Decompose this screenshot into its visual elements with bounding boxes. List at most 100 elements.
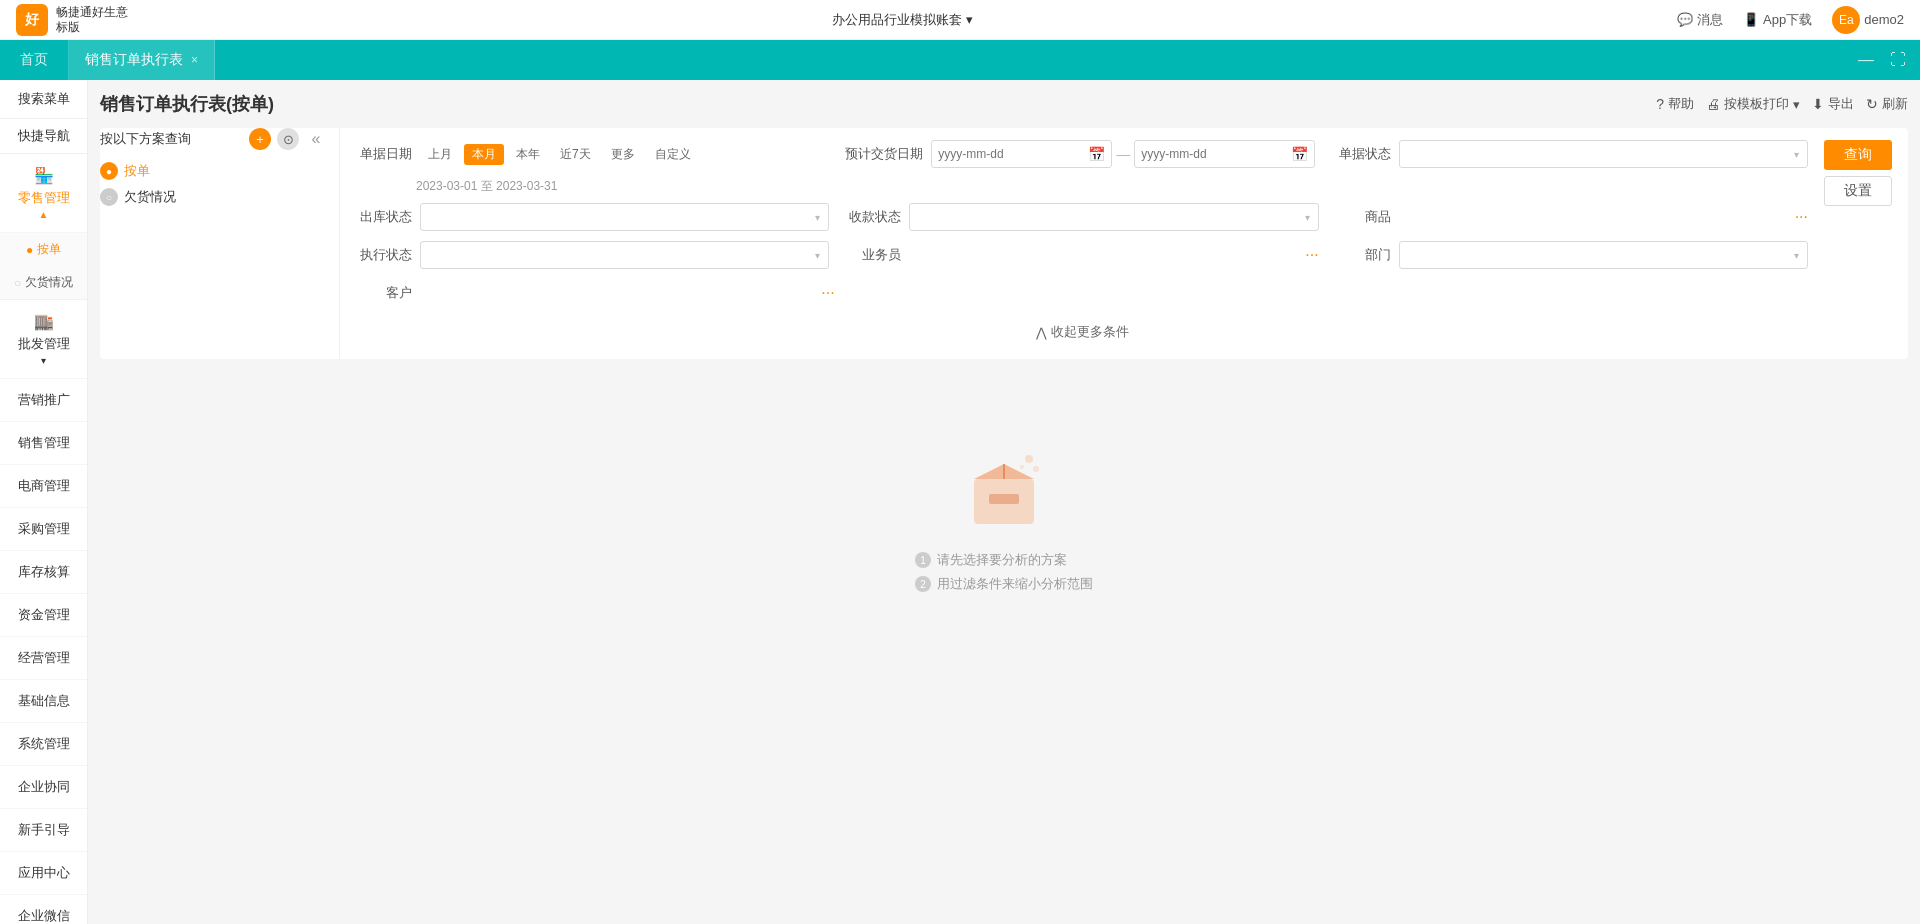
sidebar-sub-item-stock[interactable]: ○ 欠货情况 <box>0 266 87 299</box>
retail-icon: 🏪 <box>34 166 54 185</box>
chevron-down-icon: ▾ <box>966 12 973 27</box>
exec-status-label: 执行状态 <box>356 246 412 264</box>
sidebar-item-wechat[interactable]: 企业微信 <box>0 895 87 924</box>
date-range-display: 2023-03-01 至 2023-03-31 <box>356 178 1808 203</box>
filter-exec-status-field: 执行状态 ▾ <box>356 241 829 269</box>
chevron-icon: ▲ <box>39 209 49 220</box>
header-right: 💬 消息 📱 App下载 Ea demo2 <box>1677 6 1904 34</box>
date-7days-btn[interactable]: 近7天 <box>552 144 599 165</box>
predict-date-from[interactable]: 📅 <box>931 140 1112 168</box>
company-selector[interactable]: 办公用品行业模拟账套 ▾ <box>832 11 973 29</box>
tab-close-icon[interactable]: × <box>191 53 198 67</box>
sidebar-sub-item-order[interactable]: ● 按单 <box>0 233 87 266</box>
filter-goods-field: 商品 ··· <box>1335 203 1808 231</box>
dept-select[interactable]: ▾ <box>1399 241 1808 269</box>
logo-icon: 好 <box>16 4 48 36</box>
date-this-month-btn[interactable]: 本月 <box>464 144 504 165</box>
sidebar-item-system[interactable]: 系统管理 <box>0 723 87 766</box>
payment-status-select[interactable]: ▾ <box>909 203 1318 231</box>
tab-maximize-button[interactable]: ⛶ <box>1884 46 1912 74</box>
predict-date-label: 预计交货日期 <box>845 145 923 163</box>
export-button[interactable]: ⬇ 导出 <box>1812 95 1854 113</box>
predict-date-to-input[interactable] <box>1141 147 1291 161</box>
predict-date-to[interactable]: 📅 <box>1134 140 1315 168</box>
sidebar-item-inventory[interactable]: 库存核算 <box>0 551 87 594</box>
page-title: 销售订单执行表(按单) <box>100 92 274 116</box>
date-more-btn[interactable]: 更多 <box>603 144 643 165</box>
date-custom-btn[interactable]: 自定义 <box>647 144 699 165</box>
export-icon: ⬇ <box>1812 96 1824 112</box>
empty-state: 1 请先选择要分析的方案 2 用过滤条件来缩小分析范围 <box>100 359 1908 673</box>
collapse-more-btn[interactable]: ⋀ 收起更多条件 <box>356 317 1808 347</box>
sidebar-item-retail[interactable]: 🏪 零售管理 ▲ <box>0 154 87 233</box>
sidebar-search[interactable]: 搜索菜单 <box>0 80 87 119</box>
stock-status-select[interactable]: ▾ <box>420 203 829 231</box>
user-menu[interactable]: Ea demo2 <box>1832 6 1904 34</box>
sidebar-item-basic[interactable]: 基础信息 <box>0 680 87 723</box>
logo-text: 畅捷通好生意 标版 <box>56 5 128 34</box>
help-button[interactable]: ? 帮助 <box>1656 95 1694 113</box>
filter-stock-status-field: 出库状态 ▾ <box>356 203 829 231</box>
customer-dots-btn[interactable]: ··· <box>420 279 835 307</box>
date-separator: — <box>1116 146 1130 162</box>
tab-minimize-button[interactable]: — <box>1852 46 1880 74</box>
page-content: 销售订单执行表(按单) ? 帮助 🖨 按模板打印 ▾ ⬇ 导出 <box>88 80 1920 924</box>
sidebar-item-ecommerce[interactable]: 电商管理 <box>0 465 87 508</box>
filter-customer-field: 客户 ··· <box>356 279 835 307</box>
calendar-to-icon: 📅 <box>1291 146 1308 162</box>
sidebar-item-purchase[interactable]: 采购管理 <box>0 508 87 551</box>
scheme-item-order[interactable]: ● 按单 <box>100 158 327 184</box>
goods-dots-btn[interactable]: ··· <box>1399 203 1808 231</box>
sidebar-item-enterprise[interactable]: 企业协同 <box>0 766 87 809</box>
svg-rect-3 <box>989 494 1019 504</box>
print-icon: 🖨 <box>1706 96 1720 112</box>
filter-date-field: 单据日期 上月 本月 本年 近7天 更多 自定义 <box>356 144 829 165</box>
scheme-dot-filled: ● <box>100 162 118 180</box>
exec-status-select[interactable]: ▾ <box>420 241 829 269</box>
message-button[interactable]: 💬 消息 <box>1677 11 1723 29</box>
filter-dept-field: 部门 ▾ <box>1335 241 1808 269</box>
date-last-month-btn[interactable]: 上月 <box>420 144 460 165</box>
sidebar-item-operation[interactable]: 经营管理 <box>0 637 87 680</box>
svg-point-5 <box>1033 466 1039 472</box>
filter-inner: 按以下方案查询 + ⊙ « ● 按单 ○ <box>100 128 1908 359</box>
scheme-item-stock-shortage[interactable]: ○ 欠货情况 <box>100 184 327 210</box>
scheme-panel: 按以下方案查询 + ⊙ « ● 按单 ○ <box>100 128 340 359</box>
scheme-add-button[interactable]: + <box>249 128 271 150</box>
top-header: 好 畅捷通好生意 标版 办公用品行业模拟账套 ▾ 💬 消息 📱 App下载 Ea… <box>0 0 1920 40</box>
tab-sales-order[interactable]: 销售订单执行表 × <box>69 40 215 80</box>
svg-point-6 <box>1020 465 1024 469</box>
chevron-icon: ▾ <box>41 355 46 366</box>
print-button[interactable]: 🖨 按模板打印 ▾ <box>1706 95 1800 113</box>
salesman-label: 业务员 <box>845 246 901 264</box>
salesman-dots-btn[interactable]: ··· <box>909 241 1318 269</box>
filter-salesman-field: 业务员 ··· <box>845 241 1318 269</box>
date-this-year-btn[interactable]: 本年 <box>508 144 548 165</box>
stock-dot-icon: ○ <box>14 276 21 290</box>
sidebar-item-marketing[interactable]: 营销推广 <box>0 379 87 422</box>
tab-home[interactable]: 首页 <box>0 40 69 80</box>
app-download-button[interactable]: 📱 App下载 <box>1743 11 1812 29</box>
search-button[interactable]: 查询 <box>1824 140 1892 170</box>
scheme-copy-button[interactable]: ⊙ <box>277 128 299 150</box>
print-dropdown-icon: ▾ <box>1793 97 1800 112</box>
tip-num-1: 1 <box>915 552 931 568</box>
sidebar-item-finance[interactable]: 资金管理 <box>0 594 87 637</box>
scheme-collapse-button[interactable]: « <box>305 128 327 150</box>
refresh-button[interactable]: ↻ 刷新 <box>1866 95 1908 113</box>
goods-ellipsis-icon: ··· <box>1795 208 1808 226</box>
sidebar-item-sales[interactable]: 销售管理 <box>0 422 87 465</box>
sidebar-item-wholesale[interactable]: 🏬 批发管理 ▾ <box>0 300 87 379</box>
sidebar-item-appstore[interactable]: 应用中心 <box>0 852 87 895</box>
status-label: 单据状态 <box>1335 145 1391 163</box>
predict-date-from-input[interactable] <box>938 147 1088 161</box>
dept-label: 部门 <box>1335 246 1391 264</box>
sidebar-item-newbie[interactable]: 新手引导 <box>0 809 87 852</box>
setting-button[interactable]: 设置 <box>1824 176 1892 206</box>
tab-bar-right: — ⛶ <box>1852 46 1920 74</box>
payment-chevron-icon: ▾ <box>1305 212 1310 223</box>
order-dot-icon: ● <box>26 243 33 257</box>
tip-num-2: 2 <box>915 576 931 592</box>
status-select[interactable]: ▾ <box>1399 140 1808 168</box>
sidebar-quick-nav[interactable]: 快捷导航 <box>0 119 87 154</box>
